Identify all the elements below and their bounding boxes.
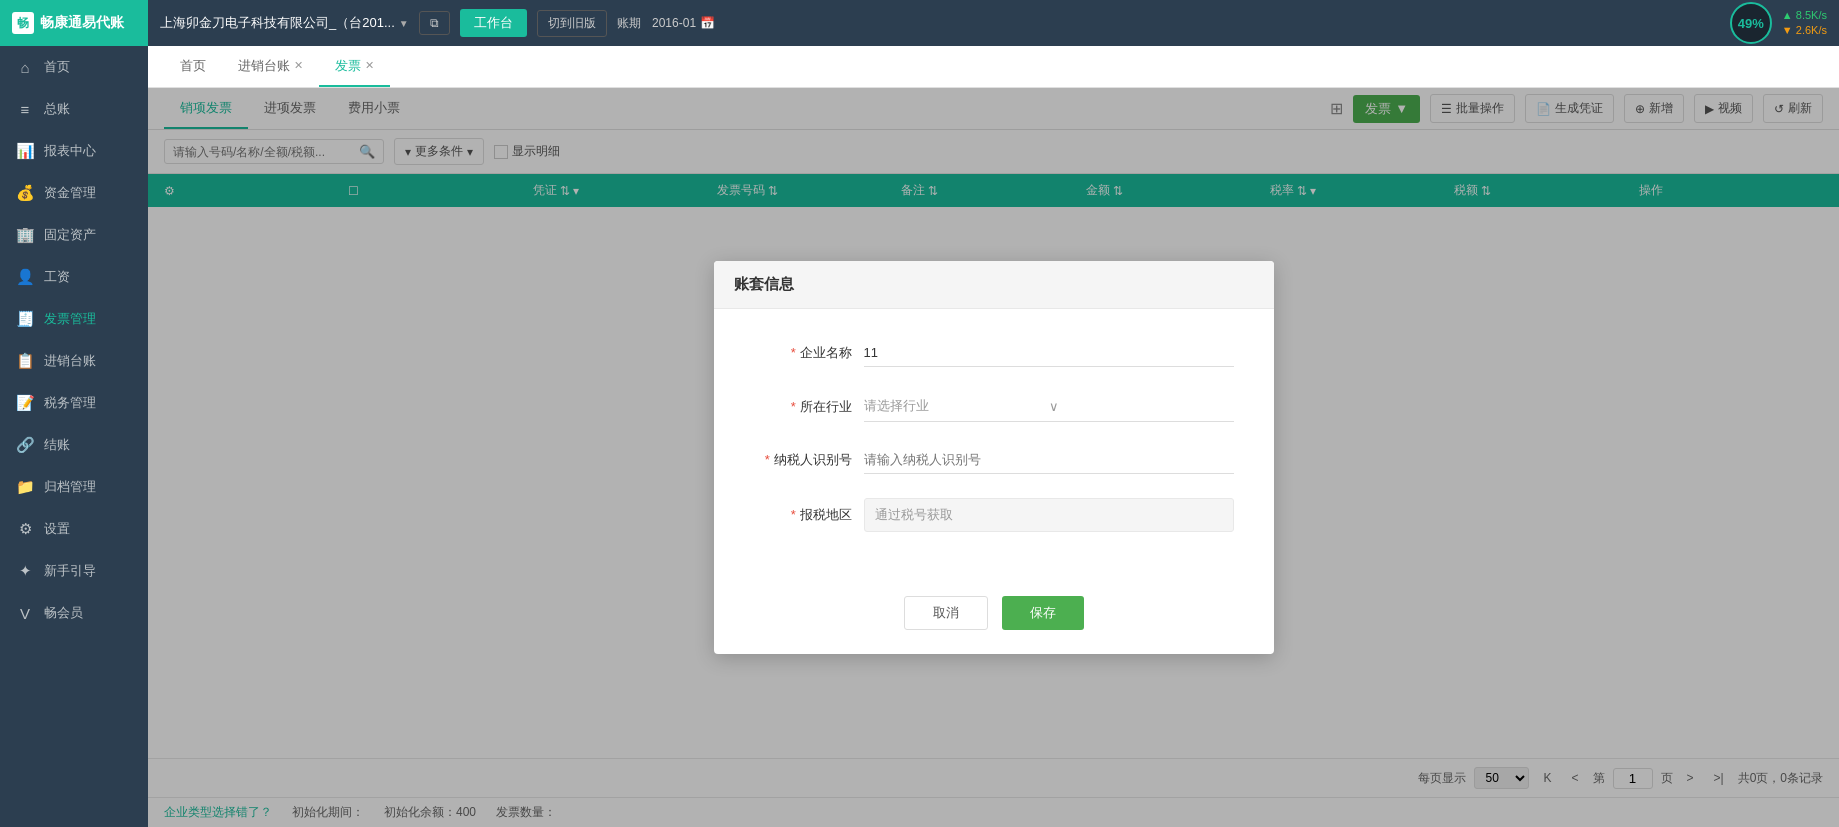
sidebar-item-funds[interactable]: 💰 资金管理 <box>0 172 148 214</box>
nav-tabs: 首页 进销台账 ✕ 发票 ✕ <box>148 46 1839 88</box>
sidebar-item-tax-mgmt[interactable]: 📝 税务管理 <box>0 382 148 424</box>
required-star: * <box>791 345 796 360</box>
vip-icon: V <box>16 605 34 622</box>
sidebar-item-label: 归档管理 <box>44 478 96 496</box>
logo-icon: 畅 <box>12 12 34 34</box>
save-button[interactable]: 保存 <box>1002 596 1084 630</box>
sidebar-item-reports[interactable]: 📊 报表中心 <box>0 130 148 172</box>
tab-close-invoice[interactable]: ✕ <box>365 59 374 72</box>
sidebar-item-label: 首页 <box>44 58 70 76</box>
workbench-button[interactable]: 工作台 <box>460 9 527 37</box>
sidebar-item-label: 畅会员 <box>44 604 83 622</box>
funds-icon: 💰 <box>16 184 34 202</box>
sidebar: 畅 畅康通易代账 ⌂ 首页 ≡ 总账 📊 报表中心 💰 资金管理 🏢 固定资产 … <box>0 0 148 827</box>
sidebar-item-label: 工资 <box>44 268 70 286</box>
sidebar-item-label: 总账 <box>44 100 70 118</box>
purchase-sales-icon: 📋 <box>16 352 34 370</box>
calendar-icon[interactable]: 📅 <box>700 16 715 30</box>
sidebar-item-label: 结账 <box>44 436 70 454</box>
form-row-tax-id: * 纳税人识别号 <box>754 446 1234 474</box>
app-logo: 畅 畅康通易代账 <box>0 0 148 46</box>
modal-overlay: 账套信息 * 企业名称 * 所在行业 <box>148 88 1839 827</box>
home-icon: ⌂ <box>16 59 34 76</box>
tab-purchase-sales[interactable]: 进销台账 ✕ <box>222 47 319 87</box>
sidebar-item-guide[interactable]: ✦ 新手引导 <box>0 550 148 592</box>
tax-mgmt-icon: 📝 <box>16 394 34 412</box>
copy-button[interactable]: ⧉ <box>419 11 450 35</box>
tax-id-label: * 纳税人识别号 <box>754 451 864 469</box>
tab-invoice[interactable]: 发票 ✕ <box>319 47 390 87</box>
company-dropdown-icon[interactable]: ▼ <box>399 18 409 29</box>
sidebar-item-ledger[interactable]: ≡ 总账 <box>0 88 148 130</box>
company-name-label: * 企业名称 <box>754 344 864 362</box>
sidebar-item-settings[interactable]: ⚙ 设置 <box>0 508 148 550</box>
topbar: 上海卯金刀电子科技有限公司_（台201... ▼ ⧉ 工作台 切到旧版 账期 2… <box>148 0 1839 46</box>
guide-icon: ✦ <box>16 562 34 580</box>
industry-label: * 所在行业 <box>754 398 864 416</box>
content-area: 销项发票 进项发票 费用小票 ⊞ 发票 ▼ ☰ 批量操作 <box>148 88 1839 827</box>
company-name-input[interactable] <box>864 339 1234 367</box>
sidebar-item-vip[interactable]: V 畅会员 <box>0 592 148 634</box>
network-stats: ▲ 8.5K/s ▼ 2.6K/s <box>1782 8 1827 39</box>
sidebar-item-label: 发票管理 <box>44 310 96 328</box>
company-name: 上海卯金刀电子科技有限公司_（台201... ▼ <box>160 14 409 32</box>
download-speed: ▼ 2.6K/s <box>1782 23 1827 38</box>
settings-icon: ⚙ <box>16 520 34 538</box>
sidebar-item-label: 税务管理 <box>44 394 96 412</box>
upload-speed: ▲ 8.5K/s <box>1782 8 1827 23</box>
copy-icon: ⧉ <box>430 16 439 30</box>
required-star-tax: * <box>765 452 770 467</box>
app-name: 畅康通易代账 <box>40 14 124 32</box>
tax-region-field: 通过税号获取 <box>864 498 1234 532</box>
tab-home[interactable]: 首页 <box>164 47 222 87</box>
ledger-icon: ≡ <box>16 101 34 118</box>
cancel-button[interactable]: 取消 <box>904 596 988 630</box>
modal-title: 账套信息 <box>714 261 1274 309</box>
account-info-modal: 账套信息 * 企业名称 * 所在行业 <box>714 261 1274 654</box>
switch-old-button[interactable]: 切到旧版 <box>537 10 607 37</box>
sidebar-item-label: 资金管理 <box>44 184 96 202</box>
sidebar-item-label: 进销台账 <box>44 352 96 370</box>
payroll-icon: 👤 <box>16 268 34 286</box>
sidebar-item-invoice-mgmt[interactable]: 🧾 发票管理 <box>0 298 148 340</box>
industry-dropdown-icon: ∨ <box>1049 399 1234 414</box>
reports-icon: 📊 <box>16 142 34 160</box>
invoice-mgmt-icon: 🧾 <box>16 310 34 328</box>
sidebar-item-label: 报表中心 <box>44 142 96 160</box>
sidebar-item-label: 新手引导 <box>44 562 96 580</box>
sidebar-item-assets[interactable]: 🏢 固定资产 <box>0 214 148 256</box>
sidebar-item-label: 固定资产 <box>44 226 96 244</box>
form-row-industry: * 所在行业 请选择行业 ∨ <box>754 391 1234 422</box>
sidebar-item-payroll[interactable]: 👤 工资 <box>0 256 148 298</box>
performance-indicator: 49% <box>1730 2 1772 44</box>
main-area: 上海卯金刀电子科技有限公司_（台201... ▼ ⧉ 工作台 切到旧版 账期 2… <box>148 0 1839 827</box>
sidebar-item-purchase-sales[interactable]: 📋 进销台账 <box>0 340 148 382</box>
required-star-industry: * <box>791 399 796 414</box>
close-account-icon: 🔗 <box>16 436 34 454</box>
tax-region-label: * 报税地区 <box>754 506 864 524</box>
sidebar-item-label: 设置 <box>44 520 70 538</box>
modal-footer: 取消 保存 <box>714 586 1274 654</box>
modal-body: * 企业名称 * 所在行业 请选择行业 ∨ <box>714 309 1274 586</box>
period-info: 账期 2016-01 📅 <box>617 15 715 32</box>
sidebar-item-archive[interactable]: 📁 归档管理 <box>0 466 148 508</box>
assets-icon: 🏢 <box>16 226 34 244</box>
form-row-tax-region: * 报税地区 通过税号获取 <box>754 498 1234 532</box>
archive-icon: 📁 <box>16 478 34 496</box>
tab-close-purchase-sales[interactable]: ✕ <box>294 59 303 72</box>
sidebar-item-close-account[interactable]: 🔗 结账 <box>0 424 148 466</box>
sidebar-item-home[interactable]: ⌂ 首页 <box>0 46 148 88</box>
required-star-region: * <box>791 507 796 522</box>
industry-select[interactable]: 请选择行业 ∨ <box>864 391 1234 422</box>
tax-id-input[interactable] <box>864 446 1234 474</box>
form-row-company-name: * 企业名称 <box>754 339 1234 367</box>
